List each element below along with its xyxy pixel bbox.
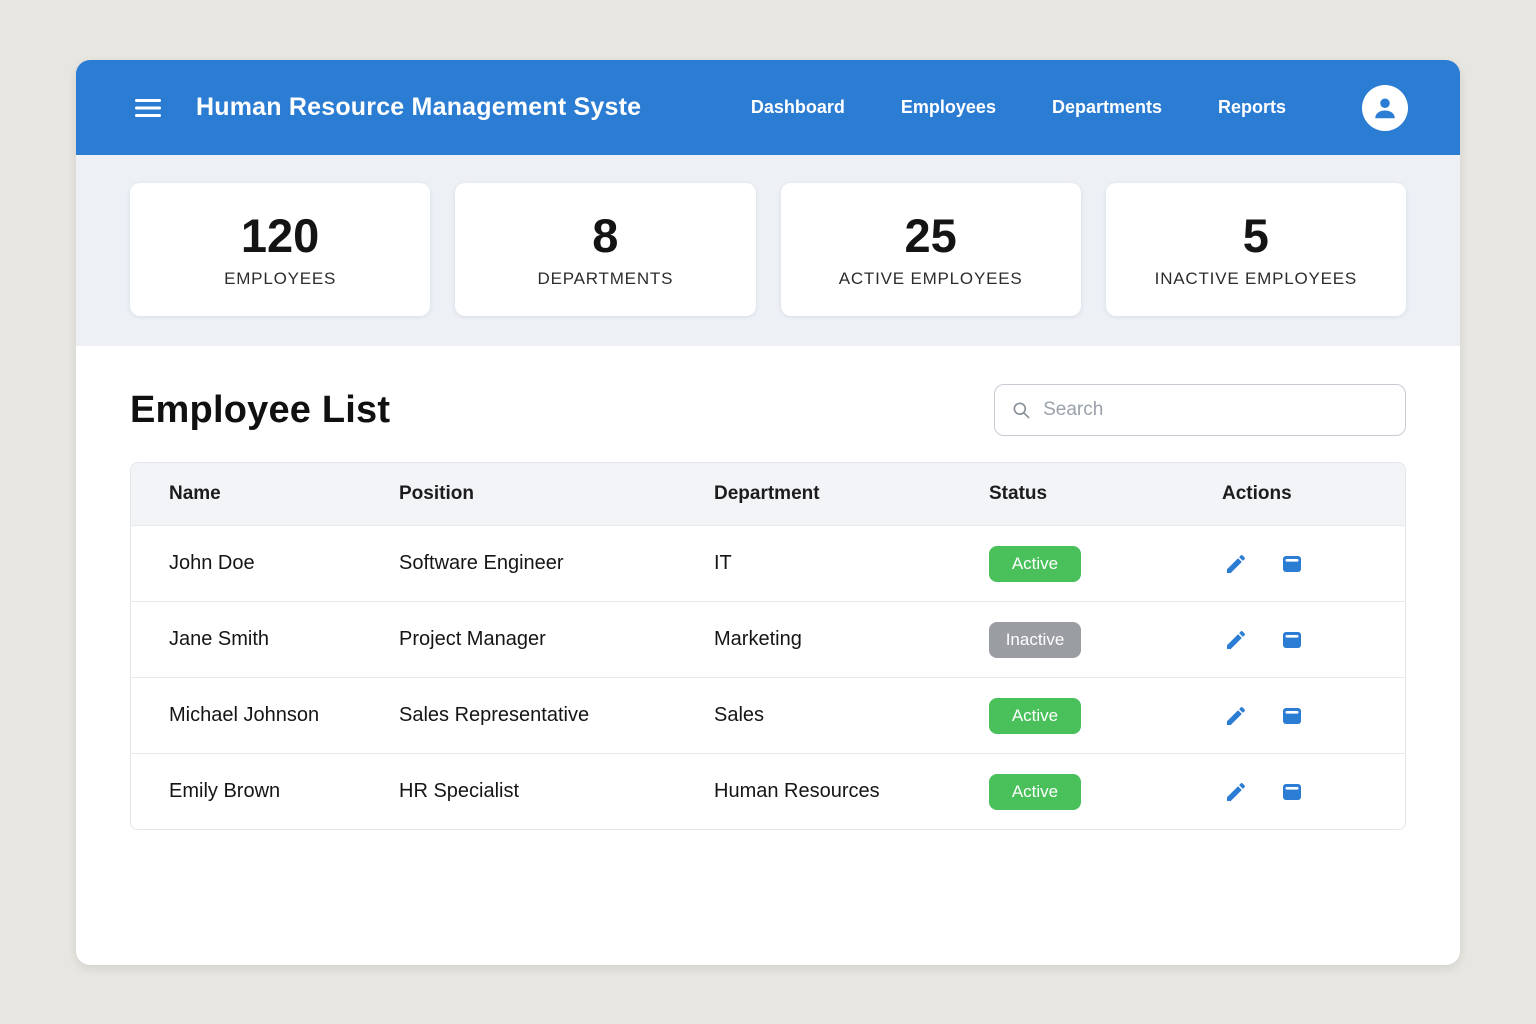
stat-label: DEPARTMENTS [537,269,674,289]
archive-icon [1283,631,1301,648]
status-badge: Active [989,773,1081,810]
cell-position: Software Engineer [389,525,704,601]
table-row: Michael Johnson Sales Representative Sal… [131,677,1405,753]
stat-value: 5 [1242,208,1269,262]
table-row: Jane Smith Project Manager Marketing Ina… [131,601,1405,677]
col-header-status: Status [979,463,1212,525]
cell-name: Michael Johnson [131,677,389,753]
nav-departments[interactable]: Departments [1052,97,1162,118]
stat-card-employees: 120 EMPLOYEES [130,183,431,316]
cell-name: Jane Smith [131,601,389,677]
top-nav-bar: Human Resource Management Syste Dashboar… [76,60,1460,155]
hamburger-icon [135,98,161,117]
app-title: Human Resource Management Syste [196,93,642,121]
stat-value: 8 [592,208,619,262]
col-header-department: Department [704,463,979,525]
user-icon [1375,98,1395,118]
archive-button[interactable] [1278,626,1306,654]
cell-department: Sales [704,677,979,753]
stat-label: ACTIVE EMPLOYEES [838,269,1023,289]
stat-value: 25 [904,208,957,262]
nav-reports[interactable]: Reports [1218,97,1286,118]
app-window: Human Resource Management Syste Dashboar… [76,60,1460,965]
cell-department: Marketing [704,601,979,677]
nav-dashboard[interactable]: Dashboard [751,97,845,118]
edit-icon [1227,554,1246,573]
table-row: John Doe Software Engineer IT Active [131,525,1405,601]
nav-employees[interactable]: Employees [901,97,996,118]
search-box[interactable] [994,384,1406,436]
archive-button[interactable] [1278,778,1306,806]
stats-row: 120 EMPLOYEES 8 DEPARTMENTS 25 ACTIVE EM… [76,155,1460,346]
cell-name: Emily Brown [131,753,389,829]
col-header-actions: Actions [1212,463,1405,525]
status-badge: Active [989,697,1081,734]
menu-button[interactable] [130,93,166,123]
edit-icon [1227,782,1246,801]
stat-card-inactive-employees: 5 INACTIVE EMPLOYEES [1105,183,1406,316]
row-actions [1222,626,1395,654]
table-row: Emily Brown HR Specialist Human Resource… [131,753,1405,829]
cell-position: Project Manager [389,601,704,677]
archive-icon [1283,707,1301,724]
edit-button[interactable] [1222,702,1250,730]
stat-card-departments: 8 DEPARTMENTS [455,183,756,316]
cell-position: HR Specialist [389,753,704,829]
row-actions [1222,702,1395,730]
table-header-row: Name Position Department Status Actions [131,463,1405,525]
archive-icon [1283,555,1301,572]
employee-list-section: Employee List Name Position Department S… [76,346,1460,830]
archive-button[interactable] [1278,550,1306,578]
employee-table: Name Position Department Status Actions … [130,462,1406,830]
stat-value: 120 [240,208,320,262]
edit-button[interactable] [1222,550,1250,578]
row-actions [1222,778,1395,806]
row-actions [1222,550,1395,578]
status-badge: Inactive [989,621,1081,658]
stat-label: EMPLOYEES [224,269,337,289]
cell-name: John Doe [131,525,389,601]
status-badge: Active [989,545,1081,582]
stat-card-active-employees: 25 ACTIVE EMPLOYEES [780,183,1081,316]
list-header: Employee List [130,384,1406,436]
stat-label: INACTIVE EMPLOYEES [1154,269,1358,289]
col-header-name: Name [131,463,389,525]
main-nav: Dashboard Employees Departments Reports [751,97,1286,118]
search-input[interactable] [1043,399,1389,421]
avatar[interactable] [1362,84,1408,131]
edit-button[interactable] [1222,626,1250,654]
col-header-position: Position [389,463,704,525]
edit-icon [1227,706,1246,725]
archive-button[interactable] [1278,702,1306,730]
cell-position: Sales Representative [389,677,704,753]
archive-icon [1283,783,1301,800]
edit-button[interactable] [1222,778,1250,806]
page-title: Employee List [130,388,391,431]
cell-department: Human Resources [704,753,979,829]
search-icon [1013,402,1030,419]
cell-department: IT [704,525,979,601]
edit-icon [1227,630,1246,649]
